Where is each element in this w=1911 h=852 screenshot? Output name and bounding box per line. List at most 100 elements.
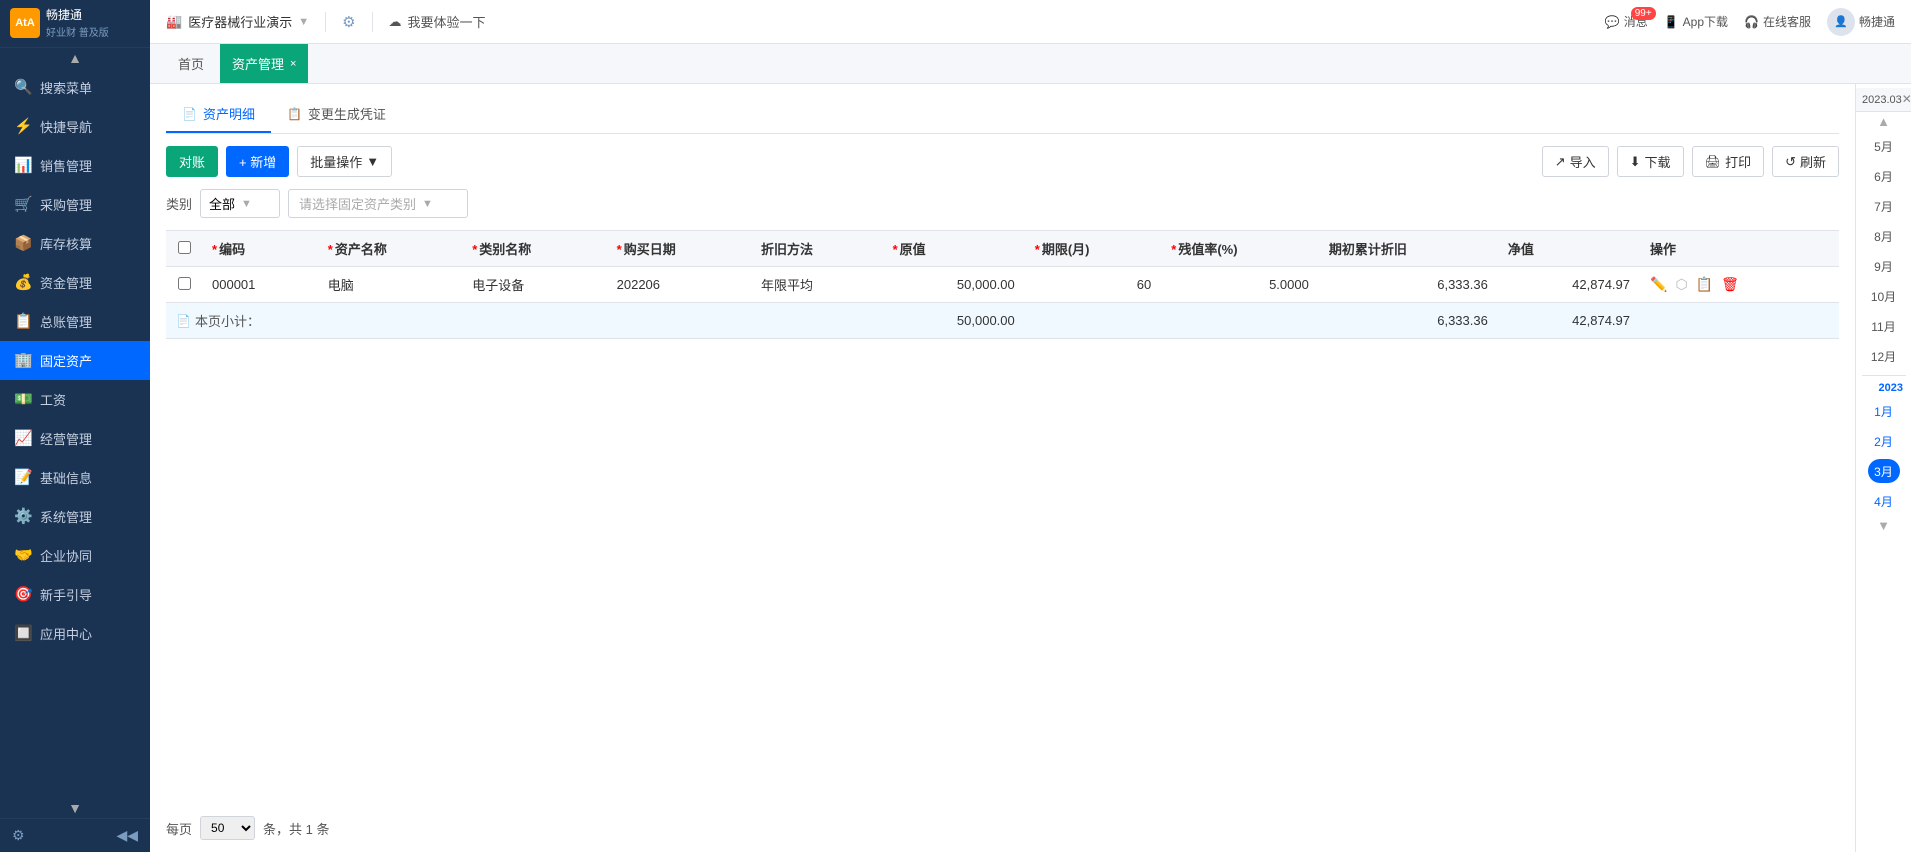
topbar-right: 💬 消息 99+ 📱 App下载 🎧 在线客服 👤 畅捷通 (1605, 8, 1895, 36)
month-9[interactable]: 9月 (1856, 251, 1911, 281)
gear-icon[interactable]: ⚙ (342, 13, 355, 31)
asset-table: *编码 *资产名称 *类别名称 *购买日期 折旧方法 *原值 *期限(月) *残… (166, 230, 1839, 339)
edit-icon[interactable]: ✏️ (1650, 276, 1667, 293)
cell-code: 000001 (202, 267, 318, 303)
per-page-select[interactable]: 50 100 200 (200, 816, 255, 840)
delete-icon[interactable]: 🗑 (1721, 276, 1739, 293)
refresh-button[interactable]: ↺ 刷新 (1772, 146, 1839, 177)
sidebar-item-new-guide[interactable]: 🎯 新手引导 (0, 575, 150, 614)
import-button[interactable]: ↗ 导入 (1542, 146, 1609, 177)
sidebar-item-purchase[interactable]: 🛒 采购管理 (0, 185, 150, 224)
header-period: *期限(月) (1025, 231, 1162, 267)
month-3-active[interactable]: 3月 (1856, 456, 1911, 486)
cell-category: 电子设备 (462, 267, 606, 303)
sidebar-item-operations[interactable]: 📈 经营管理 (0, 419, 150, 458)
sidebar-item-ledger[interactable]: 📋 总账管理 (0, 302, 150, 341)
table-row: 000001 电脑 电子设备 202206 年限平均 50,000.00 60 … (166, 267, 1839, 303)
experience-button[interactable]: ☁ 我要体验一下 (389, 12, 486, 31)
sidebar-item-app-center[interactable]: 🔲 应用中心 (0, 614, 150, 653)
new-guide-icon: 🎯 (14, 585, 32, 603)
cell-net-value: 42,874.97 (1498, 267, 1640, 303)
subtotal-original-value: 50,000.00 (883, 303, 1025, 339)
header-residual-rate: *残值率(%) (1161, 231, 1319, 267)
category-filter-label: 类别 (166, 194, 192, 213)
tab-close-icon[interactable]: × (290, 58, 296, 70)
print-button[interactable]: 🖨 打印 (1692, 146, 1765, 177)
collapse-icon[interactable]: ◀◀ (116, 827, 138, 844)
sidebar-item-basic-info[interactable]: 📝 基础信息 (0, 458, 150, 497)
tab-home[interactable]: 首页 (166, 44, 216, 83)
messages-button[interactable]: 💬 消息 99+ (1605, 13, 1648, 30)
filter-row: 类别 全部 ▼ 请选择固定资产类别 ▼ (166, 189, 1839, 218)
app-center-icon: 🔲 (14, 624, 32, 642)
cell-residual-rate: 5.0000 (1161, 267, 1319, 303)
month-11[interactable]: 11月 (1856, 311, 1911, 341)
month-10[interactable]: 10月 (1856, 281, 1911, 311)
sidebar-item-quick-nav[interactable]: ⚡ 快捷导航 (0, 107, 150, 146)
sub-tab-asset-details[interactable]: 📄 资产明细 (166, 96, 271, 133)
tab-asset-management[interactable]: 资产管理 × (220, 44, 308, 83)
cell-purchase-date: 202206 (607, 267, 751, 303)
messages-badge: 99+ (1631, 7, 1656, 20)
month-4[interactable]: 4月 (1856, 486, 1911, 516)
month-7[interactable]: 7月 (1856, 191, 1911, 221)
copy-icon[interactable]: ⬡ (1675, 276, 1687, 293)
sidebar-item-system[interactable]: ⚙️ 系统管理 (0, 497, 150, 536)
app-download-button[interactable]: 📱 App下载 (1664, 13, 1728, 30)
month-6[interactable]: 6月 (1856, 161, 1911, 191)
subtotal-period-empty (1025, 303, 1162, 339)
category-type-select[interactable]: 全部 ▼ (200, 189, 280, 218)
sidebar-scroll-down[interactable]: ▼ (0, 798, 150, 818)
sidebar-item-fixed-assets[interactable]: 🏢 固定资产 (0, 341, 150, 380)
content-main: 📄 资产明细 📋 变更生成凭证 对账 + 新增 批量操作 ▼ (150, 84, 1855, 852)
sidebar-item-payroll[interactable]: 💵 工资 (0, 380, 150, 419)
sidebar-item-enterprise[interactable]: 🤝 企业协同 (0, 536, 150, 575)
download-button[interactable]: ⬇ 下载 (1617, 146, 1684, 177)
panel-down-arrow[interactable]: ▼ (1856, 516, 1911, 535)
header-name: *资产名称 (318, 231, 462, 267)
settings-icon[interactable]: ⚙ (12, 827, 25, 844)
month-5[interactable]: 5月 (1856, 131, 1911, 161)
logo-icon: AtA (10, 8, 40, 38)
category-search-input[interactable]: 请选择固定资产类别 ▼ (288, 189, 468, 218)
cell-initial-accumulated: 6,333.36 (1319, 267, 1498, 303)
subtotal-label-cell: 📄 本页小计： (166, 303, 883, 339)
month-1[interactable]: 1月 (1856, 396, 1911, 426)
select-all-checkbox[interactable] (178, 241, 191, 254)
panel-up-arrow[interactable]: ▲ (1856, 112, 1911, 131)
user-profile[interactable]: 👤 畅捷通 (1827, 8, 1895, 36)
enterprise-icon: 🤝 (14, 546, 32, 564)
months-current-list: 1月 2月 3月 4月 (1856, 396, 1911, 516)
header-depreciation-method: 折旧方法 (751, 231, 883, 267)
cell-action: ✏️ ⬡ 📋 🗑 (1640, 267, 1839, 303)
tabbar: 首页 资产管理 × (150, 44, 1911, 84)
message-icon: 💬 (1605, 15, 1620, 29)
new-button[interactable]: + 新增 (226, 146, 289, 177)
sidebar-item-sales[interactable]: 📊 销售管理 (0, 146, 150, 185)
refresh-icon: ↺ (1785, 154, 1796, 170)
panel-close-icon[interactable]: ✕ (1902, 92, 1911, 107)
batch-ops-button[interactable]: 批量操作 ▼ (297, 146, 392, 177)
sidebar-scroll-up[interactable]: ▲ (0, 48, 150, 68)
month-2[interactable]: 2月 (1856, 426, 1911, 456)
sub-tab-voucher-gen[interactable]: 📋 变更生成凭证 (271, 96, 402, 133)
sidebar-item-inventory[interactable]: 📦 库存核算 (0, 224, 150, 263)
months-before-list: 5月 6月 7月 8月 9月 10月 11月 12月 (1856, 131, 1911, 371)
month-8[interactable]: 8月 (1856, 221, 1911, 251)
month-12[interactable]: 12月 (1856, 341, 1911, 371)
asset-details-icon: 📄 (182, 107, 197, 121)
company-selector[interactable]: 🏭 医疗器械行业演示 ▼ (166, 12, 309, 31)
cell-original-value: 50,000.00 (883, 267, 1025, 303)
toolbar: 对账 + 新增 批量操作 ▼ ↗ 导入 ⬇ 下载 (166, 146, 1839, 177)
row-checkbox[interactable] (178, 277, 191, 290)
online-service-button[interactable]: 🎧 在线客服 (1744, 13, 1811, 30)
sidebar-item-funds[interactable]: 💰 资金管理 (0, 263, 150, 302)
detail-icon[interactable]: 📋 (1696, 276, 1713, 293)
header-action: 操作 (1640, 231, 1839, 267)
basic-info-icon: 📝 (14, 468, 32, 486)
batch-ops-arrow: ▼ (366, 154, 379, 169)
sidebar-item-search[interactable]: 🔍 搜索菜单 (0, 68, 150, 107)
search-icon: 🔍 (14, 78, 32, 96)
reconcile-button[interactable]: 对账 (166, 146, 218, 177)
header-category: *类别名称 (462, 231, 606, 267)
